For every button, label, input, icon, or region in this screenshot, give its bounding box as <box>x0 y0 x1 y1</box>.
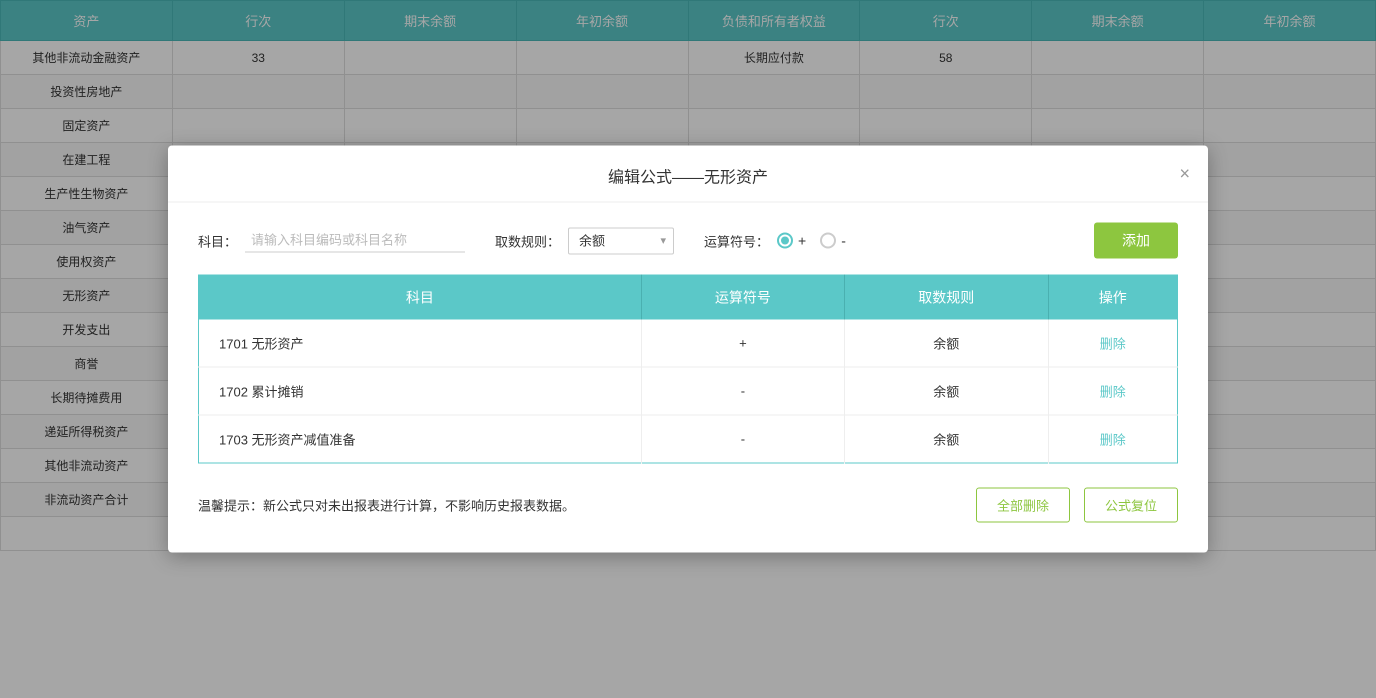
operator-label: 运算符号： <box>704 231 769 250</box>
formula-cell-action: 删除 <box>1048 320 1178 368</box>
formula-cell-operator: + <box>641 320 844 368</box>
operator-minus-item[interactable]: - <box>820 233 846 249</box>
formula-cell-operator: - <box>641 367 844 415</box>
formula-cell-action: 删除 <box>1048 415 1178 463</box>
formula-cell-action: 删除 <box>1048 367 1178 415</box>
operator-minus-label: - <box>841 233 846 249</box>
formula-cell-operator: - <box>641 415 844 463</box>
formula-cell-rule: 余额 <box>845 415 1048 463</box>
modal-form-row: 科目： 取数规则： 余额 借方发生额 贷方发生额 运算符号： + <box>168 203 1208 275</box>
formula-cell-subject: 1702 累计摊销 <box>199 367 642 415</box>
edit-formula-modal: 编辑公式——无形资产 × 科目： 取数规则： 余额 借方发生额 贷方发生额 运算… <box>168 146 1208 553</box>
modal-footer: 温馨提示：新公式只对未出报表进行计算，不影响历史报表数据。 全部删除 公式复位 <box>168 464 1208 523</box>
operator-minus-radio[interactable] <box>820 233 836 249</box>
rule-group: 取数规则： 余额 借方发生额 贷方发生额 <box>495 227 674 254</box>
operator-plus-label: + <box>798 233 806 249</box>
formula-row: 1703 无形资产减值准备-余额 删除 <box>199 415 1178 463</box>
subject-group: 科目： <box>198 229 465 253</box>
rule-label: 取数规则： <box>495 231 560 250</box>
rule-select[interactable]: 余额 借方发生额 贷方发生额 <box>568 227 674 254</box>
modal-header: 编辑公式——无形资产 × <box>168 146 1208 203</box>
delete-row-button[interactable]: 删除 <box>1100 337 1126 352</box>
rule-select-wrap[interactable]: 余额 借方发生额 贷方发生额 <box>568 227 674 254</box>
operator-group: 运算符号： + - <box>704 231 846 250</box>
formula-cell-rule: 余额 <box>845 367 1048 415</box>
reset-formula-button[interactable]: 公式复位 <box>1084 488 1178 523</box>
operator-radio-group: + - <box>777 233 846 249</box>
subject-label: 科目： <box>198 231 237 250</box>
subject-input[interactable] <box>245 229 465 253</box>
formula-cell-subject: 1701 无形资产 <box>199 320 642 368</box>
delete-row-button[interactable]: 删除 <box>1100 385 1126 400</box>
modal-title: 编辑公式——无形资产 <box>608 164 768 188</box>
delete-all-button[interactable]: 全部删除 <box>976 488 1070 523</box>
add-button[interactable]: 添加 <box>1094 223 1178 259</box>
th-subject: 科目 <box>199 275 642 320</box>
th-operator: 运算符号 <box>641 275 844 320</box>
formula-table-wrap: 科目 运算符号 取数规则 操作 1701 无形资产+余额删除1702 累计摊销-… <box>198 275 1178 464</box>
formula-table: 科目 运算符号 取数规则 操作 1701 无形资产+余额删除1702 累计摊销-… <box>198 275 1178 464</box>
operator-plus-radio[interactable] <box>777 233 793 249</box>
footer-actions: 全部删除 公式复位 <box>976 488 1178 523</box>
formula-cell-subject: 1703 无形资产减值准备 <box>199 415 642 463</box>
formula-row: 1702 累计摊销-余额 删除 <box>199 367 1178 415</box>
th-action: 操作 <box>1048 275 1178 320</box>
modal-close-button[interactable]: × <box>1179 165 1190 183</box>
formula-cell-rule: 余额 <box>845 320 1048 368</box>
footer-hint: 温馨提示：新公式只对未出报表进行计算，不影响历史报表数据。 <box>198 496 575 515</box>
formula-row: 1701 无形资产+余额 删除 <box>199 320 1178 368</box>
th-rule: 取数规则 <box>845 275 1048 320</box>
delete-row-button[interactable]: 删除 <box>1100 433 1126 448</box>
operator-plus-item[interactable]: + <box>777 233 806 249</box>
